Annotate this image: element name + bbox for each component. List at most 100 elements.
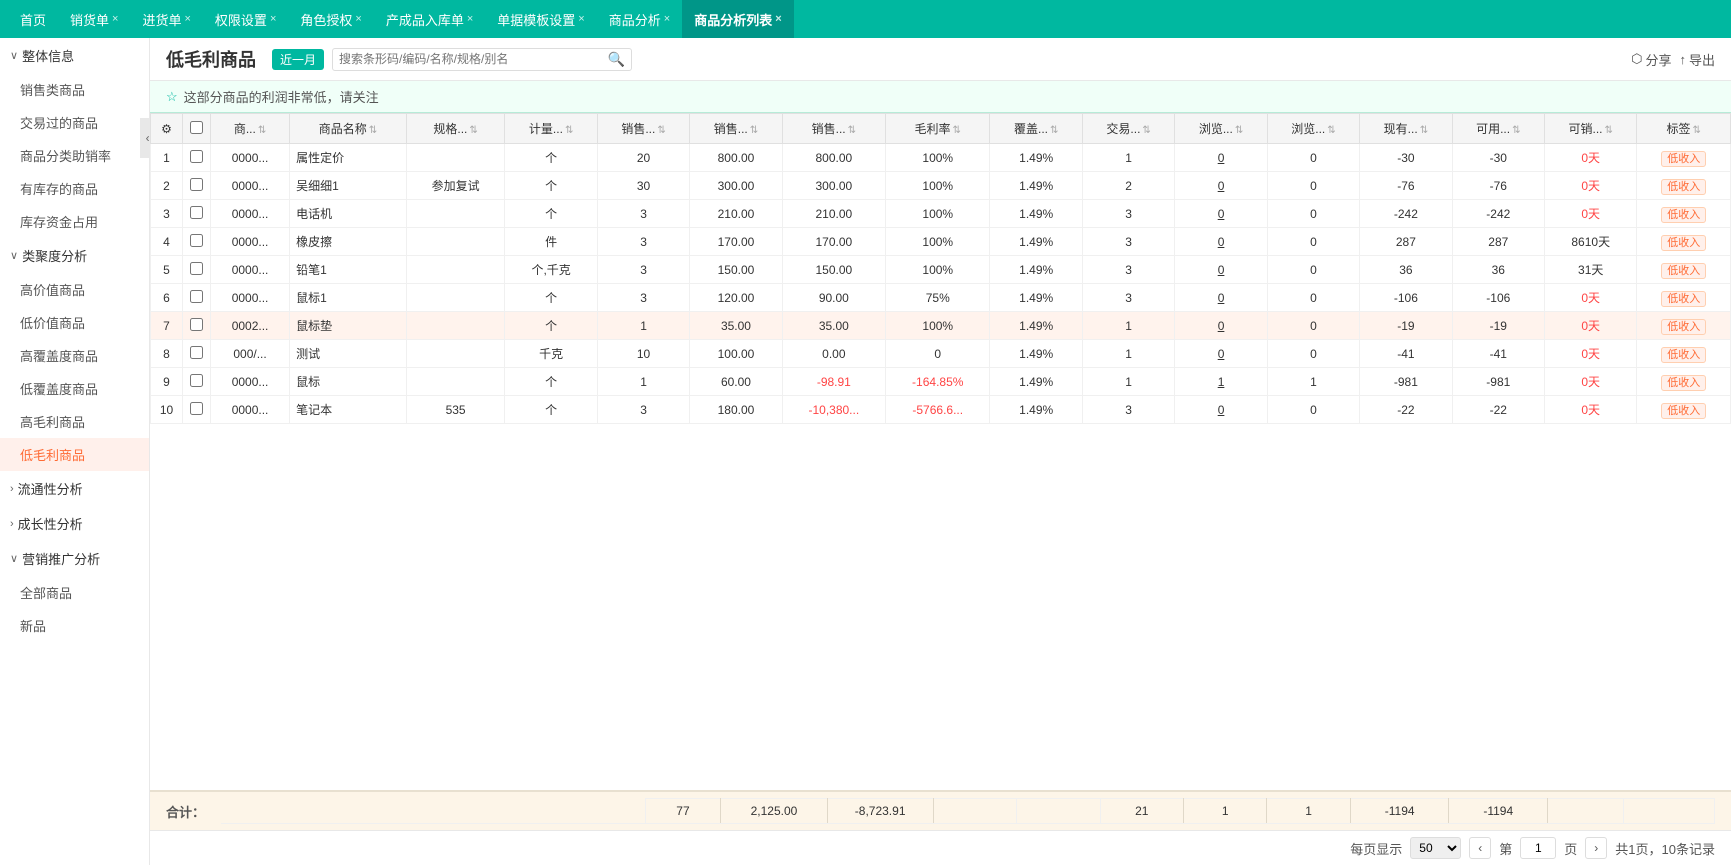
col-sale-amount[interactable]: 销售...⇅ (782, 114, 885, 144)
row-checkbox-4[interactable] (183, 228, 211, 256)
nav-analysis-list[interactable]: 商品分析列表 × (682, 0, 793, 38)
nav-close-purchase[interactable]: × (184, 13, 190, 25)
col-sellable[interactable]: 可销...⇅ (1545, 114, 1637, 144)
sidebar-item-low-value[interactable]: 低价值商品 (0, 306, 149, 339)
row-check-3[interactable] (190, 206, 203, 219)
row-check-1[interactable] (190, 150, 203, 163)
row-checkbox-8[interactable] (183, 340, 211, 368)
sidebar-item-high-coverage[interactable]: 高覆盖度商品 (0, 339, 149, 372)
sidebar-item-category-rate[interactable]: 商品分类助销率 (0, 139, 149, 172)
nav-close-analysis[interactable]: × (664, 13, 670, 25)
col-coverage[interactable]: 覆盖...⇅ (990, 114, 1082, 144)
row-tag-9[interactable]: 低收入 (1637, 368, 1731, 396)
row-check-4[interactable] (190, 234, 203, 247)
row-tag-10[interactable]: 低收入 (1637, 396, 1731, 424)
col-gross-rate[interactable]: 毛利率⇅ (886, 114, 990, 144)
row-browse1-9[interactable]: 1 (1175, 368, 1267, 396)
row-tag-5[interactable]: 低收入 (1637, 256, 1731, 284)
nav-sales[interactable]: 销货单 × (58, 0, 130, 38)
row-tag-4[interactable]: 低收入 (1637, 228, 1731, 256)
sidebar-item-traded-goods[interactable]: 交易过的商品 (0, 106, 149, 139)
share-btn[interactable]: ⬡ 分享 (1631, 50, 1671, 69)
sidebar-section-growth[interactable]: › 成长性分析 (0, 506, 149, 541)
row-checkbox-10[interactable] (183, 396, 211, 424)
row-checkbox-7[interactable] (183, 312, 211, 340)
row-checkbox-1[interactable] (183, 144, 211, 172)
row-tag-3[interactable]: 低收入 (1637, 200, 1731, 228)
row-checkbox-5[interactable] (183, 256, 211, 284)
sidebar-item-all-goods[interactable]: 全部商品 (0, 576, 149, 609)
row-check-5[interactable] (190, 262, 203, 275)
row-browse1-1[interactable]: 0 (1175, 144, 1267, 172)
sidebar-item-low-margin[interactable]: 低毛利商品 (0, 438, 149, 471)
col-trade[interactable]: 交易...⇅ (1082, 114, 1174, 144)
col-tag[interactable]: 标签⇅ (1637, 114, 1731, 144)
row-check-10[interactable] (190, 402, 203, 415)
row-browse1-5[interactable]: 0 (1175, 256, 1267, 284)
col-checkbox-all[interactable] (183, 114, 211, 144)
next-page-btn[interactable]: › (1585, 837, 1607, 859)
row-tag-1[interactable]: 低收入 (1637, 144, 1731, 172)
nav-permission[interactable]: 权限设置 × (203, 0, 288, 38)
sidebar-section-cluster[interactable]: ∨ 类聚度分析 (0, 238, 149, 273)
row-browse1-4[interactable]: 0 (1175, 228, 1267, 256)
nav-role[interactable]: 角色授权 × (288, 0, 373, 38)
row-browse1-8[interactable]: 0 (1175, 340, 1267, 368)
per-page-select[interactable]: 50 100 200 (1410, 837, 1461, 859)
col-sale-qty[interactable]: 销售...⇅ (597, 114, 689, 144)
row-browse1-2[interactable]: 0 (1175, 172, 1267, 200)
select-all-checkbox[interactable] (190, 121, 203, 134)
row-checkbox-6[interactable] (183, 284, 211, 312)
row-tag-6[interactable]: 低收入 (1637, 284, 1731, 312)
nav-purchase[interactable]: 进货单 × (130, 0, 202, 38)
row-browse1-3[interactable]: 0 (1175, 200, 1267, 228)
time-filter-btn[interactable]: 近一月 (272, 49, 324, 70)
sidebar-section-liquidity[interactable]: › 流通性分析 (0, 471, 149, 506)
page-input[interactable] (1520, 837, 1556, 859)
col-spec[interactable]: 规格...⇅ (406, 114, 505, 144)
row-check-8[interactable] (190, 346, 203, 359)
row-check-6[interactable] (190, 290, 203, 303)
prev-page-btn[interactable]: ‹ (1469, 837, 1491, 859)
col-settings[interactable]: ⚙ (151, 114, 183, 144)
col-available[interactable]: 可用...⇅ (1452, 114, 1544, 144)
nav-close-template[interactable]: × (578, 13, 584, 25)
search-icon[interactable]: 🔍 (608, 51, 625, 68)
row-checkbox-9[interactable] (183, 368, 211, 396)
sidebar-item-capital[interactable]: 库存资金占用 (0, 205, 149, 238)
sidebar-collapse-btn[interactable]: « (140, 118, 150, 158)
sidebar-item-sales-goods[interactable]: 销售类商品 (0, 73, 149, 106)
col-browse2[interactable]: 浏览...⇅ (1267, 114, 1359, 144)
row-check-2[interactable] (190, 178, 203, 191)
row-check-7[interactable] (190, 318, 203, 331)
col-name[interactable]: 商品名称⇅ (290, 114, 407, 144)
nav-close-role[interactable]: × (355, 13, 361, 25)
row-browse1-10[interactable]: 0 (1175, 396, 1267, 424)
nav-close-list[interactable]: × (775, 13, 781, 25)
nav-close-sales[interactable]: × (112, 13, 118, 25)
row-check-9[interactable] (190, 374, 203, 387)
row-tag-8[interactable]: 低收入 (1637, 340, 1731, 368)
row-tag-2[interactable]: 低收入 (1637, 172, 1731, 200)
sidebar-item-high-margin[interactable]: 高毛利商品 (0, 405, 149, 438)
row-browse1-6[interactable]: 0 (1175, 284, 1267, 312)
nav-product-entry[interactable]: 产成品入库单 × (374, 0, 485, 38)
sidebar-section-marketing[interactable]: ∨ 营销推广分析 (0, 541, 149, 576)
row-tag-7[interactable]: 低收入 (1637, 312, 1731, 340)
table-scroll[interactable]: ⚙ 商...⇅ 商品名称⇅ 规格...⇅ 计量...⇅ 销售...⇅ 销售...… (150, 113, 1731, 790)
nav-close-product[interactable]: × (467, 13, 473, 25)
col-unit[interactable]: 计量...⇅ (505, 114, 597, 144)
sidebar-item-in-stock[interactable]: 有库存的商品 (0, 172, 149, 205)
sidebar-item-low-coverage[interactable]: 低覆盖度商品 (0, 372, 149, 405)
sidebar-section-overall[interactable]: ∨ 整体信息 (0, 38, 149, 73)
nav-close-permission[interactable]: × (270, 13, 276, 25)
col-browse1[interactable]: 浏览...⇅ (1175, 114, 1267, 144)
sidebar-item-high-value[interactable]: 高价值商品 (0, 273, 149, 306)
search-input[interactable] (339, 52, 604, 66)
nav-product-analysis[interactable]: 商品分析 × (597, 0, 682, 38)
row-checkbox-3[interactable] (183, 200, 211, 228)
col-code[interactable]: 商...⇅ (211, 114, 290, 144)
col-current[interactable]: 现有...⇅ (1360, 114, 1452, 144)
nav-template[interactable]: 单据模板设置 × (485, 0, 596, 38)
export-btn[interactable]: ↑ 导出 (1679, 50, 1715, 69)
